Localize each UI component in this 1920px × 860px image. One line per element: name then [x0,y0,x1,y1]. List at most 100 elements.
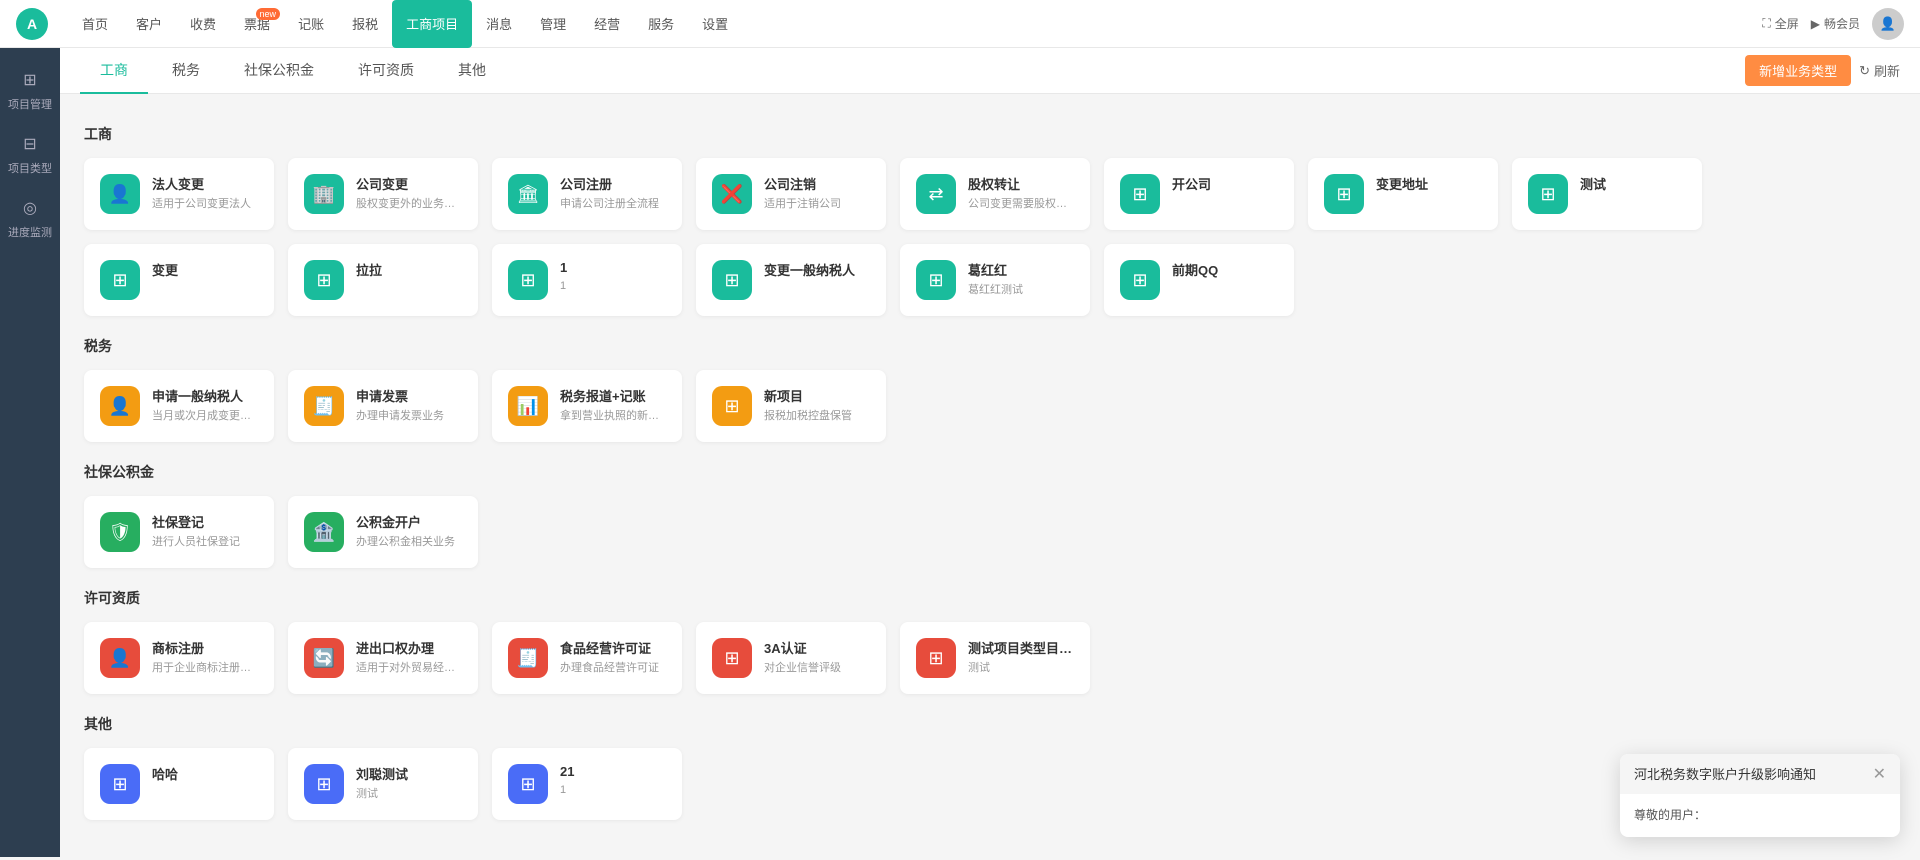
card-商标注册[interactable]: 👤商标注册用于企业商标注册服务 [84,622,274,694]
nav-items: 首页客户收费票据new记账报税工商项目消息管理经营服务设置 [68,0,1762,48]
card-title: 公司变更 [356,174,462,193]
card-desc: 适用于公司变更法人 [152,197,258,212]
card-3A认证[interactable]: ⊞3A认证对企业信誉评级 [696,622,886,694]
card-申请一般纳税人[interactable]: 👤申请一般纳税人当月或次月成变更完成 [84,370,274,442]
card-法人变更[interactable]: 👤法人变更适用于公司变更法人 [84,158,274,230]
card-变更[interactable]: ⊞变更 [84,244,274,316]
card-desc: 拿到营业执照的新公司 [560,409,666,424]
card-哈哈[interactable]: ⊞哈哈 [84,748,274,820]
sub-tabs: 工商税务社保公积金许可资质其他 新增业务类型 ↻ 刷新 [60,48,1920,94]
section-title-社保公积金: 社保公积金 [84,462,1896,482]
sub-tab-社保公积金[interactable]: 社保公积金 [224,48,334,94]
card-社保登记[interactable]: 🛡社保登记进行人员社保登记 [84,496,274,568]
main-content: 工商税务社保公积金许可资质其他 新增业务类型 ↻ 刷新 工商 👤法人变更适用于公司… [60,48,1920,860]
card-title: 申请一般纳税人 [152,386,258,405]
nav-item-消息[interactable]: 消息 [472,0,526,48]
app-logo: A [16,8,48,40]
card-食品经营许可证[interactable]: 🧾食品经营许可证办理食品经营许可证 [492,622,682,694]
card-icon: 🔄 [304,638,344,678]
notif-body: 尊敬的用户： [1620,794,1900,837]
card-变更地址[interactable]: ⊞变更地址 [1308,158,1498,230]
sub-tab-其他[interactable]: 其他 [438,48,506,94]
nav-item-报税[interactable]: 报税 [338,0,392,48]
card-title: 食品经营许可证 [560,638,666,657]
nav-item-设置[interactable]: 设置 [688,0,742,48]
sidebar-item-项目类型[interactable]: ⊟ 项目类型 [0,122,60,186]
nav-item-收费[interactable]: 收费 [176,0,230,48]
card-葛红红[interactable]: ⊞葛红红葛红红测试 [900,244,1090,316]
nav-item-管理[interactable]: 管理 [526,0,580,48]
cards-grid-工商: 👤法人变更适用于公司变更法人 🏢 公司变更股权变更外的业务变更 🏛公司注册申请公司注册… [84,158,1896,316]
nav-item-服务[interactable]: 服务 [634,0,688,48]
card-税务报道+记账[interactable]: 📊税务报道+记账拿到营业执照的新公司 [492,370,682,442]
card-desc: 1 [560,783,666,798]
card-desc: 报税加税控盘保管 [764,409,870,424]
card-icon: 👤 [100,174,140,214]
card-icon: ⇄ [916,174,956,214]
card-icon: 🏛 [508,174,548,214]
card-新项目[interactable]: ⊞新项目报税加税控盘保管 [696,370,886,442]
card-公积金开户[interactable]: 🏦公积金开户办理公积金相关业务 [288,496,478,568]
card-测试[interactable]: ⊞测试 [1512,158,1702,230]
sidebar-item-项目管理[interactable]: ⊞ 项目管理 [0,58,60,122]
fullscreen-btn[interactable]: ⛶ 全屏 [1762,15,1798,32]
tab-actions: 新增业务类型 ↻ 刷新 [1745,55,1900,86]
card-icon: ⊞ [304,260,344,300]
sub-tab-工商[interactable]: 工商 [80,48,148,94]
user-avatar[interactable]: 👤 [1872,8,1904,40]
nav-item-经营[interactable]: 经营 [580,0,634,48]
refresh-button[interactable]: ↻ 刷新 [1859,61,1900,80]
card-前期QQ[interactable]: ⊞ 前期QQ [1104,244,1294,316]
section-title-许可资质: 许可资质 [84,588,1896,608]
card-title: 变更 [152,260,258,279]
notif-header: 河北税务数字账户升级影响通知 ✕ [1620,754,1900,794]
card-title: 拉拉 [356,260,462,279]
card-desc: 适用于对外贸易经营者 [356,661,462,676]
card-开公司[interactable]: ⊞ 开公司 [1104,158,1294,230]
card-icon: 🧾 [508,638,548,678]
nav-item-票据[interactable]: 票据new [230,0,284,48]
card-title: 新项目 [764,386,870,405]
card-刘聪测试[interactable]: ⊞刘聪测试测试 [288,748,478,820]
card-公司变更[interactable]: 🏢 公司变更股权变更外的业务变更 [288,158,478,230]
card-公司注册[interactable]: 🏛公司注册申请公司注册全流程 [492,158,682,230]
card-title: 公积金开户 [356,512,462,531]
card-1[interactable]: ⊞11 [492,244,682,316]
card-desc: 股权变更外的业务变更 [356,197,462,212]
card-申请发票[interactable]: 🧾申请发票办理申请发票业务 [288,370,478,442]
card-icon: ⊞ [1120,174,1160,214]
sidebar-item-进度监测[interactable]: ◎ 进度监测 [0,186,60,250]
card-title: 变更一般纳税人 [764,260,870,279]
nav-item-工商项目[interactable]: 工商项目 [392,0,472,48]
card-测试项目类型目定义[interactable]: ⊞测试项目类型目定义测试 [900,622,1090,694]
cards-grid-许可资质: 👤商标注册用于企业商标注册服务🔄进出口权办理适用于对外贸易经营者 🧾 食品经营许可证… [84,622,1896,694]
vip-btn[interactable]: ▶ 畅会员 [1811,15,1860,32]
nav-right: ⛶ 全屏 ▶ 畅会员 👤 [1762,8,1904,40]
sub-tab-许可资质[interactable]: 许可资质 [338,48,434,94]
card-进出口权办理[interactable]: 🔄进出口权办理适用于对外贸易经营者 [288,622,478,694]
cards-grid-社保公积金: 🛡社保登记进行人员社保登记🏦公积金开户办理公积金相关业务 [84,496,1896,568]
card-icon: 👤 [100,638,140,678]
card-拉拉[interactable]: ⊞ 拉拉 [288,244,478,316]
notif-close-button[interactable]: ✕ [1873,764,1886,784]
nav-item-首页[interactable]: 首页 [68,0,122,48]
card-title: 开公司 [1172,174,1278,193]
notif-title: 河北税务数字账户升级影响通知 [1634,764,1816,783]
card-desc: 1 [560,279,666,294]
card-icon: 🏦 [304,512,344,552]
card-title: 测试 [1580,174,1686,193]
nav-item-客户[interactable]: 客户 [122,0,176,48]
card-icon: ⊞ [1324,174,1364,214]
card-title: 测试项目类型目定义 [968,638,1074,657]
card-21[interactable]: ⊞211 [492,748,682,820]
card-icon: ⊞ [916,638,956,678]
new-type-button[interactable]: 新增业务类型 [1745,55,1851,86]
card-公司注销[interactable]: ❌公司注销适用于注销公司 [696,158,886,230]
card-股权转让[interactable]: ⇄股权转让公司变更需要股权转让 [900,158,1090,230]
card-icon: ⊞ [1120,260,1160,300]
sub-tab-税务[interactable]: 税务 [152,48,220,94]
card-title: 前期QQ [1172,260,1278,279]
nav-item-记账[interactable]: 记账 [284,0,338,48]
card-变更一般纳税人[interactable]: ⊞变更一般纳税人 [696,244,886,316]
card-icon: 🏢 [304,174,344,214]
